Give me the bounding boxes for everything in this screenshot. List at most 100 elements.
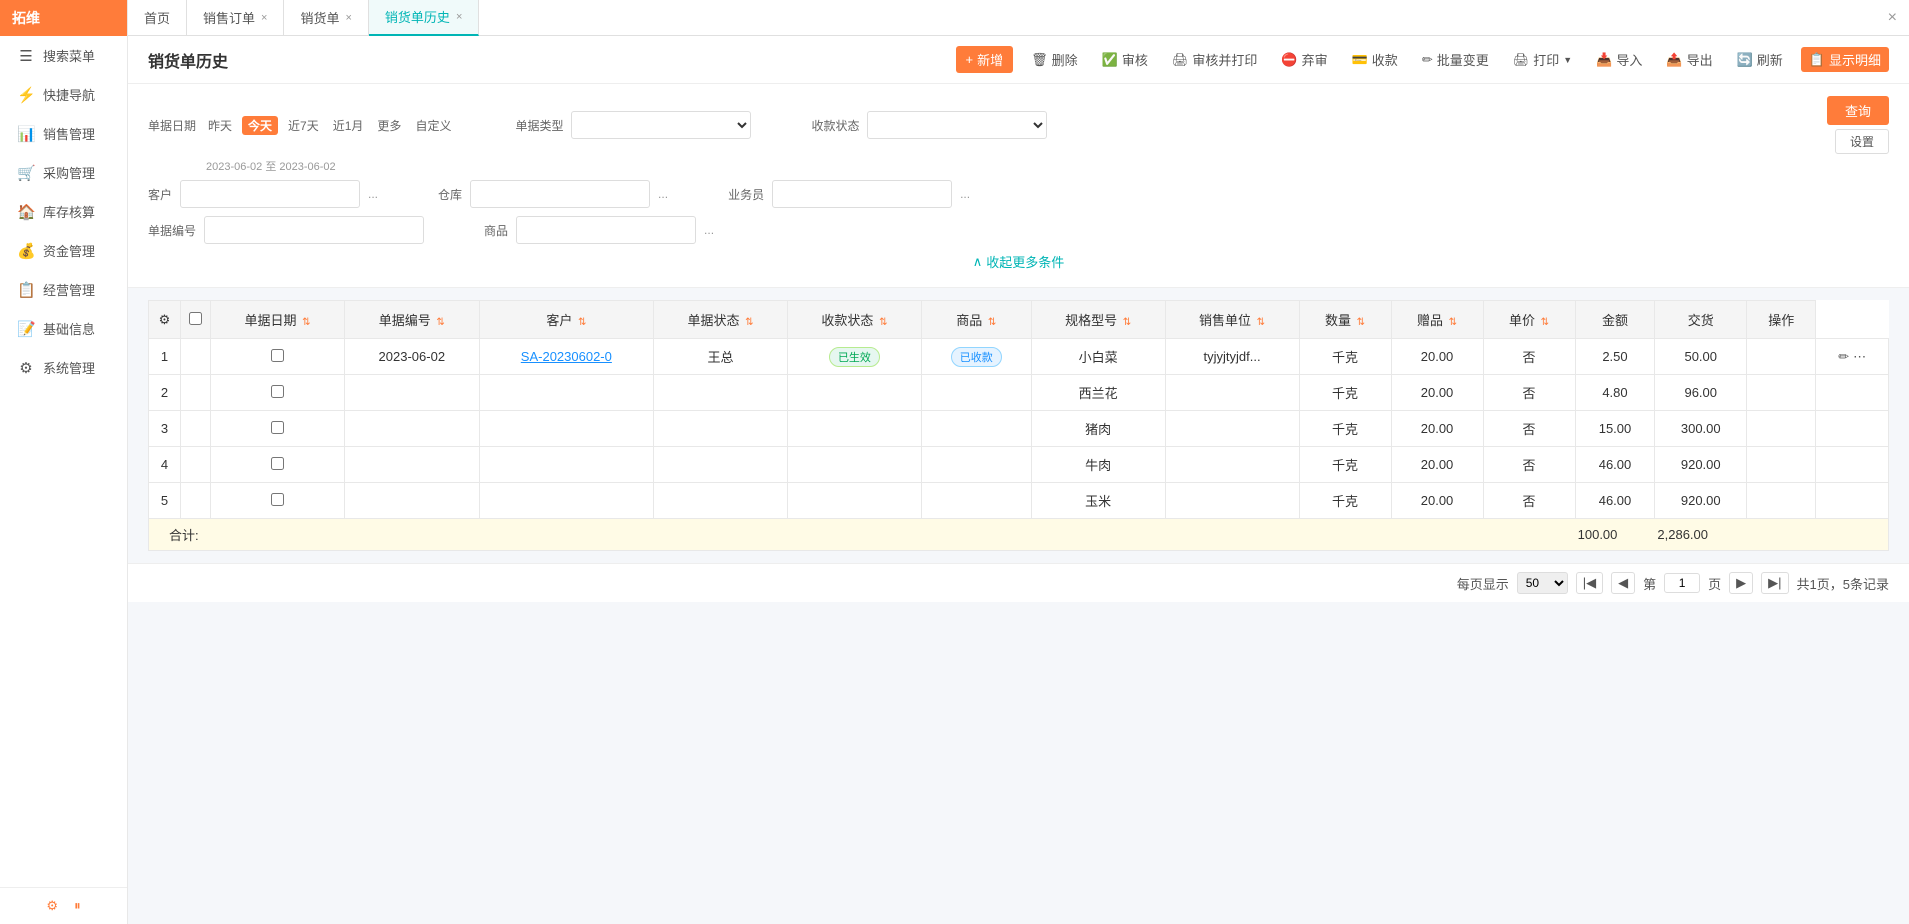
col-doc-no[interactable]: 单据编号 ⇅ bbox=[344, 301, 479, 339]
table-cell: 20.00 bbox=[1391, 339, 1483, 375]
row-number: 3 bbox=[149, 411, 181, 447]
show-detail-button[interactable]: 📋 显示明细 bbox=[1801, 47, 1889, 72]
table-row: 4牛肉千克20.00否46.00920.00 bbox=[149, 447, 1889, 483]
table-cell bbox=[479, 375, 653, 411]
sidebar-item-label: 经营管理 bbox=[43, 280, 95, 299]
new-button[interactable]: + 新增 bbox=[956, 46, 1014, 73]
batch-change-button[interactable]: ✏ 批量变更 bbox=[1416, 46, 1495, 73]
col-qty[interactable]: 数量 ⇅ bbox=[1299, 301, 1391, 339]
table-cell bbox=[1747, 339, 1816, 375]
setting-button[interactable]: 设置 bbox=[1835, 129, 1889, 154]
review-print-button[interactable]: 🖨 审核并打印 bbox=[1166, 46, 1264, 73]
sidebar-item-purchase-mgmt[interactable]: 🛒 采购管理 bbox=[0, 153, 127, 192]
review-button[interactable]: ✅ 审核 bbox=[1096, 46, 1154, 73]
product-input[interactable] bbox=[516, 216, 696, 244]
delete-button[interactable]: 🗑 删除 bbox=[1025, 46, 1084, 73]
sidebar-item-search-menu[interactable]: ☰ 搜索菜单 bbox=[0, 36, 127, 75]
sidebar-item-quick-nav[interactable]: ⚡ 快捷导航 bbox=[0, 75, 127, 114]
first-page-button[interactable]: |◀ bbox=[1576, 572, 1603, 594]
page-input[interactable] bbox=[1664, 573, 1700, 593]
collect-button[interactable]: 💳 收款 bbox=[1346, 46, 1404, 73]
col-doc-status[interactable]: 单据状态 ⇅ bbox=[654, 301, 788, 339]
col-settings[interactable]: ⚙ bbox=[149, 301, 181, 339]
select-all-checkbox[interactable] bbox=[189, 312, 202, 325]
show-detail-icon: 📋 bbox=[1809, 52, 1825, 68]
doc-date-sort-icon: ⇅ bbox=[302, 317, 310, 328]
sidebar-settings-icon[interactable]: ⚙ bbox=[46, 898, 58, 914]
table-cell: tyjyjtyjdf... bbox=[1165, 339, 1299, 375]
sidebar-item-operations[interactable]: 📋 经营管理 bbox=[0, 270, 127, 309]
sidebar-bottom: ⚙ ⏸ bbox=[0, 887, 127, 924]
sidebar-item-finance-mgmt[interactable]: 💰 资金管理 bbox=[0, 231, 127, 270]
batch-change-label: 批量变更 bbox=[1437, 50, 1489, 69]
table-cell bbox=[181, 411, 211, 447]
warehouse-ellipsis[interactable]: ... bbox=[658, 187, 668, 201]
col-checkbox[interactable] bbox=[181, 301, 211, 339]
page-size-select[interactable]: 20 50 100 bbox=[1517, 572, 1568, 594]
salesperson-ellipsis[interactable]: ... bbox=[960, 187, 970, 201]
import-button[interactable]: 📥 导入 bbox=[1590, 46, 1648, 73]
salesperson-input[interactable] bbox=[772, 180, 952, 208]
prev-page-button[interactable]: ◀ bbox=[1611, 572, 1635, 594]
shortcut-7days[interactable]: 近7天 bbox=[284, 115, 323, 136]
row-checkbox[interactable] bbox=[271, 457, 284, 470]
sidebar-item-inventory[interactable]: 🏠 库存核算 bbox=[0, 192, 127, 231]
shortcut-custom[interactable]: 自定义 bbox=[411, 115, 455, 136]
row-checkbox[interactable] bbox=[271, 385, 284, 398]
doc-type-select[interactable] bbox=[571, 111, 751, 139]
col-gift-label: 赠品 bbox=[1417, 313, 1443, 328]
row-checkbox[interactable] bbox=[271, 349, 284, 362]
edit-icon[interactable]: ✏ bbox=[1838, 349, 1849, 364]
col-gift[interactable]: 赠品 ⇅ bbox=[1391, 301, 1483, 339]
table-cell: SA-20230602-0 bbox=[479, 339, 653, 375]
shortcut-yesterday[interactable]: 昨天 bbox=[204, 115, 236, 136]
row-number: 1 bbox=[149, 339, 181, 375]
collect-label: 收款 bbox=[1372, 50, 1398, 69]
shortcut-today[interactable]: 今天 bbox=[242, 116, 278, 135]
abandon-button[interactable]: ⛔ 弃审 bbox=[1275, 46, 1333, 73]
table-cell: 否 bbox=[1483, 339, 1575, 375]
query-button[interactable]: 查询 bbox=[1827, 96, 1889, 125]
row-checkbox[interactable] bbox=[271, 421, 284, 434]
table-cell bbox=[921, 375, 1031, 411]
col-payment-status[interactable]: 收款状态 ⇅ bbox=[787, 301, 921, 339]
product-ellipsis[interactable]: ... bbox=[704, 223, 714, 237]
tab-sales-goods[interactable]: 销货单 × bbox=[284, 0, 368, 36]
last-page-button[interactable]: ▶| bbox=[1761, 572, 1788, 594]
tab-sales-order-close[interactable]: × bbox=[261, 12, 267, 24]
tab-sales-order[interactable]: 销售订单 × bbox=[187, 0, 284, 36]
warehouse-input[interactable] bbox=[470, 180, 650, 208]
table-cell: 50.00 bbox=[1655, 339, 1747, 375]
collapse-button[interactable]: ∧ 收起更多条件 bbox=[148, 252, 1889, 271]
doc-no-link[interactable]: SA-20230602-0 bbox=[521, 349, 612, 364]
sidebar-pause-icon[interactable]: ⏸ bbox=[74, 898, 81, 914]
customer-ellipsis[interactable]: ... bbox=[368, 187, 378, 201]
customer-input[interactable] bbox=[180, 180, 360, 208]
sidebar-item-basic-info[interactable]: 📝 基础信息 bbox=[0, 309, 127, 348]
export-button[interactable]: 📤 导出 bbox=[1660, 46, 1718, 73]
shortcut-1month[interactable]: 近1月 bbox=[329, 115, 368, 136]
col-spec[interactable]: 规格型号 ⇅ bbox=[1031, 301, 1165, 339]
tab-sales-goods-close[interactable]: × bbox=[345, 12, 351, 24]
sidebar-item-sys-mgmt[interactable]: ⚙ 系统管理 bbox=[0, 348, 127, 387]
review-label: 审核 bbox=[1122, 50, 1148, 69]
col-sales-unit[interactable]: 销售单位 ⇅ bbox=[1165, 301, 1299, 339]
doc-no-input[interactable] bbox=[204, 216, 424, 244]
more-icon[interactable]: ⋯ bbox=[1853, 349, 1866, 364]
product-filter-group: 商品 ... bbox=[484, 216, 714, 244]
col-customer[interactable]: 客户 ⇅ bbox=[479, 301, 653, 339]
payment-status-select[interactable] bbox=[867, 111, 1047, 139]
tab-sales-history[interactable]: 销货单历史 × bbox=[369, 0, 479, 36]
tab-sales-history-close[interactable]: × bbox=[456, 11, 462, 23]
col-doc-date[interactable]: 单据日期 ⇅ bbox=[211, 301, 345, 339]
tab-bar-close-all[interactable]: × bbox=[1888, 9, 1909, 27]
row-checkbox[interactable] bbox=[271, 493, 284, 506]
sidebar-item-sales-mgmt[interactable]: 📊 销售管理 bbox=[0, 114, 127, 153]
col-unit-price[interactable]: 单价 ⇅ bbox=[1483, 301, 1575, 339]
refresh-button[interactable]: 🔄 刷新 bbox=[1731, 46, 1789, 73]
next-page-button[interactable]: ▶ bbox=[1729, 572, 1753, 594]
tab-home[interactable]: 首页 bbox=[128, 0, 187, 36]
shortcut-more[interactable]: 更多 bbox=[373, 115, 405, 136]
print-button[interactable]: 🖨 打印 ▼ bbox=[1507, 46, 1578, 73]
col-product[interactable]: 商品 ⇅ bbox=[921, 301, 1031, 339]
